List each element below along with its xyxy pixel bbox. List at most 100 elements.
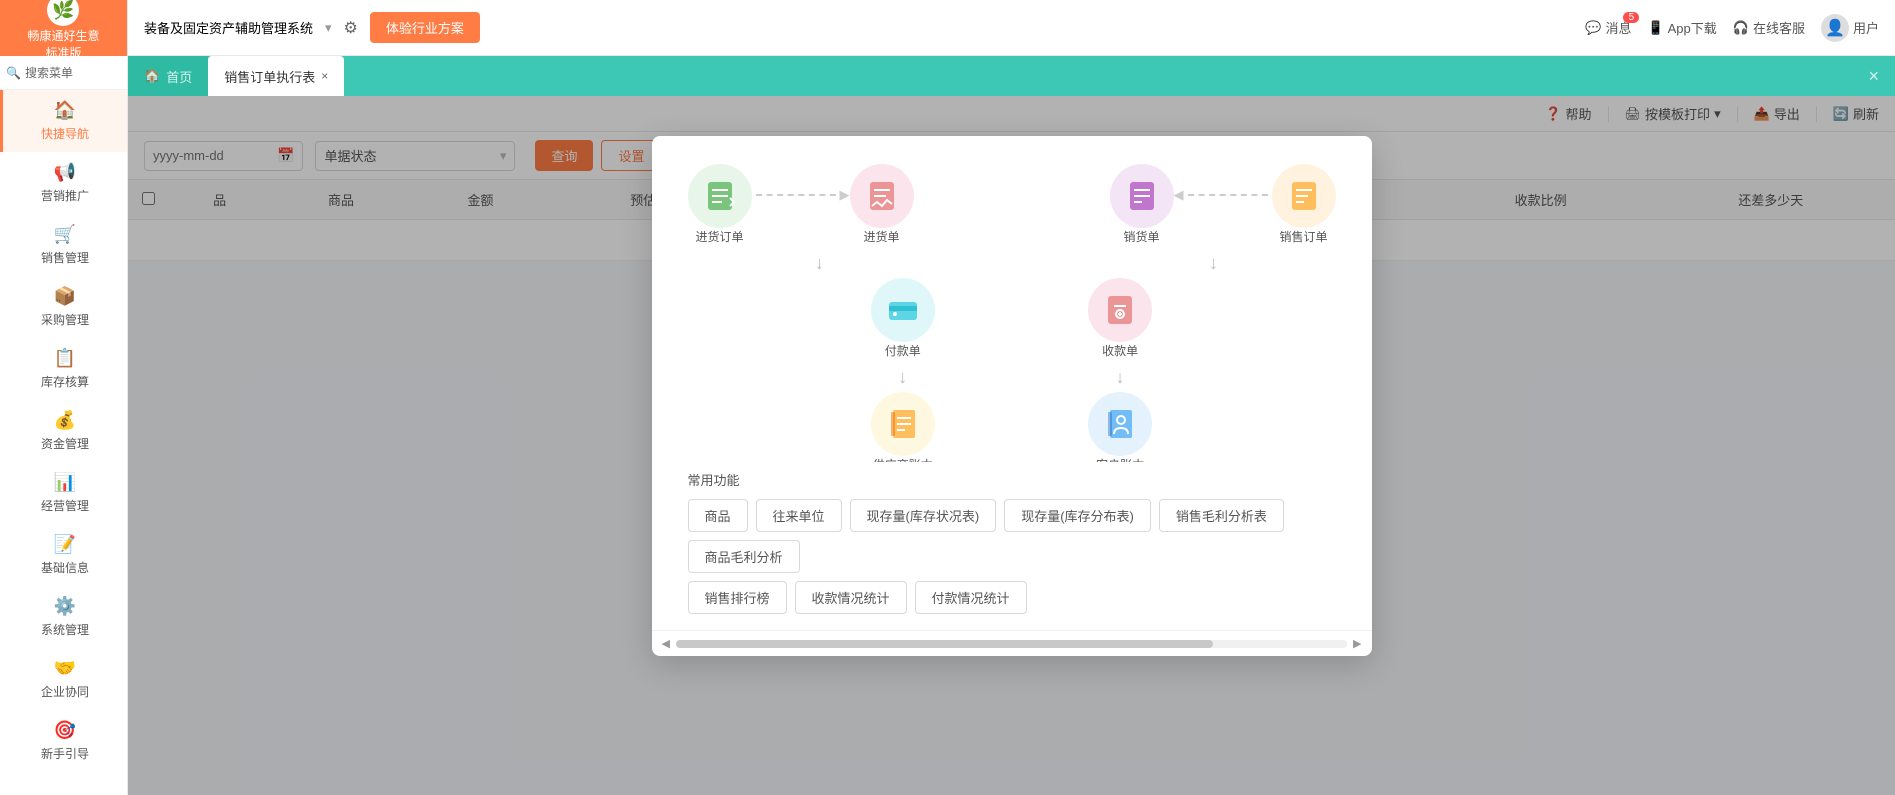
down-arrows-row1: ↓ ↓ [688,253,1336,278]
topbar-actions: 💬 消息 5 📱 App下载 🎧 在线客服 👤 用户 [1585,14,1879,42]
app-download-action[interactable]: 📱 App下载 [1647,18,1716,37]
sidebar-item-marketing[interactable]: 📢 营销推广 [0,152,127,214]
payment-bill-label: 付款单 [885,342,921,359]
sidebar-item-sales[interactable]: 🛒 销售管理 [0,214,127,276]
sidebar-item-label: 资金管理 [41,435,89,452]
sidebar-item-label: 营销推广 [41,187,89,204]
supplier-ledger-circle [871,392,935,456]
content-area: ❓ 帮助 🖨 按模板打印 ▾ 📤 导出 🔄 刷新 [128,96,1895,795]
sidebar-item-label: 采购管理 [41,311,89,328]
tab-sales-order[interactable]: 销售订单执行表 × [208,56,344,96]
basic-icon: 📝 [54,534,76,555]
func-btn-payment-stats[interactable]: 付款情况统计 [915,581,1027,614]
scrollbar-left-arrow[interactable]: ◀ [660,637,672,650]
flow-payment-bill[interactable]: 付款单 [842,278,963,359]
func-btn-product-profit[interactable]: 商品毛利分析 [688,540,800,573]
down-arrow-pb: ↓ [788,253,852,274]
sales-bill-label: 销货单 [1123,228,1159,245]
sidebar-item-quick-nav[interactable]: 🏠 快捷导航 [0,90,127,152]
message-action[interactable]: 💬 消息 5 [1585,18,1631,37]
receipt-bill-circle [1088,278,1152,342]
enterprise-icon: 🤝 [54,658,76,679]
sidebar-item-guide[interactable]: 🎯 新手引导 [0,710,127,772]
sidebar-item-basic[interactable]: 📝 基础信息 [0,524,127,586]
tab-sales-order-label: 销售订单执行表 [224,67,315,86]
flow-modal: 进货订单 ▶ 进 [652,136,1372,656]
tab-home[interactable]: 🏠 首页 [128,56,208,96]
marketing-icon: 📢 [54,162,76,183]
settings-icon[interactable]: ⚙ [344,18,358,38]
customer-ledger-circle [1088,392,1152,456]
system-title: 装备及固定资产辅助管理系统 [144,18,313,37]
inventory-icon: 📋 [54,348,76,369]
sidebar-item-label: 新手引导 [41,745,89,762]
sidebar-item-purchase[interactable]: 📦 采购管理 [0,276,127,338]
down-arrow-sb: ↓ [1182,253,1246,274]
tab-home-label: 首页 [166,67,192,86]
user-action[interactable]: 👤 用户 [1821,14,1879,42]
online-service-action[interactable]: 🎧 在线客服 [1733,18,1805,37]
flow-supplier-ledger[interactable]: 供应商账本 [842,392,963,462]
scrollbar-thumb [676,640,1213,648]
func-btn-sales-rank[interactable]: 销售排行榜 [688,581,787,614]
scrollbar-right-arrow[interactable]: ▶ [1351,637,1363,650]
window-close-icon[interactable]: × [1852,66,1895,87]
sidebar-item-label: 系统管理 [41,621,89,638]
down-arrows-row2: ↓ ↓ [688,367,1336,392]
guide-icon: 🎯 [54,720,76,741]
user-label: 用户 [1853,18,1879,37]
sidebar-item-inventory[interactable]: 📋 库存核算 [0,338,127,400]
sidebar-item-system[interactable]: ⚙️ 系统管理 [0,586,127,648]
tab-close-icon[interactable]: × [321,69,328,83]
logo-text-line1: 畅康通好生意 [27,28,99,45]
flow-customer-ledger[interactable]: 客户账本 [1060,392,1181,462]
flow-sales-bill[interactable]: 销货单 [1110,164,1174,245]
message-icon: 💬 [1585,20,1601,36]
sidebar-item-enterprise[interactable]: 🤝 企业协同 [0,648,127,710]
arrow-so-sb: ◀ [1174,187,1272,223]
sales-bill-circle [1110,164,1174,228]
flow-row-2: 付款单 收款单 [688,278,1336,359]
sidebar-item-finance[interactable]: 💰 资金管理 [0,400,127,462]
sales-order-circle [1272,164,1336,228]
func-btn-receipt-stats[interactable]: 收款情况统计 [795,581,907,614]
down-arrow-payment: ↓ [842,367,963,388]
flow-purchase-bill[interactable]: 进货单 [850,164,914,245]
experience-btn[interactable]: 体验行业方案 [370,12,480,43]
sidebar-item-label: 快捷导航 [41,125,89,142]
sidebar-logo: 🌿 畅康通好生意 标准版 [0,0,127,56]
message-badge: 5 [1623,12,1639,23]
flow-row-3: 供应商账本 客户账本 [688,392,1336,462]
func-btn-product[interactable]: 商品 [688,499,748,532]
purchase-icon: 📦 [54,286,76,307]
sidebar-item-label: 销售管理 [41,249,89,266]
flow-receipt-bill[interactable]: 收款单 [1060,278,1181,359]
main-area: 装备及固定资产辅助管理系统 ▾ ⚙ 体验行业方案 💬 消息 5 📱 App下载 … [128,0,1895,795]
flow-purchase-order[interactable]: 进货订单 [688,164,752,245]
sidebar-search[interactable]: 🔍 搜索菜单 [0,56,127,90]
dropdown-icon[interactable]: ▾ [325,20,332,36]
down-arrow-receipt: ↓ [1060,367,1181,388]
purchase-bill-label: 进货单 [863,228,899,245]
modal-overlay: 进货订单 ▶ 进 [128,96,1895,795]
sidebar-search-label: 搜索菜单 [25,64,73,81]
sales-order-label: 销售订单 [1279,228,1327,245]
flow-sales-order[interactable]: 销售订单 [1272,164,1336,245]
func-btn-partner[interactable]: 往来单位 [756,499,842,532]
sidebar-item-label: 基础信息 [41,559,89,576]
func-btn-stock-dist[interactable]: 现存量(库存分布表) [1004,499,1151,532]
home-icon: 🏠 [54,100,76,121]
common-functions-section: 常用功能 商品 往来单位 现存量(库存状况表) 现存量(库存分布表) 销售毛利分… [652,462,1372,630]
arrow-po-pb: ▶ [752,187,850,223]
sidebar-item-label: 经营管理 [41,497,89,514]
operations-icon: 📊 [54,472,76,493]
service-icon: 🎧 [1733,20,1749,36]
scrollbar-track[interactable] [676,640,1347,648]
modal-scrollbar: ◀ ▶ [652,630,1372,656]
func-btn-stock-status[interactable]: 现存量(库存状况表) [850,499,997,532]
sales-icon: 🛒 [54,224,76,245]
sidebar-item-operations[interactable]: 📊 经营管理 [0,462,127,524]
sidebar-item-label: 企业协同 [41,683,89,700]
system-icon: ⚙️ [54,596,76,617]
func-btn-sales-profit[interactable]: 销售毛利分析表 [1159,499,1284,532]
